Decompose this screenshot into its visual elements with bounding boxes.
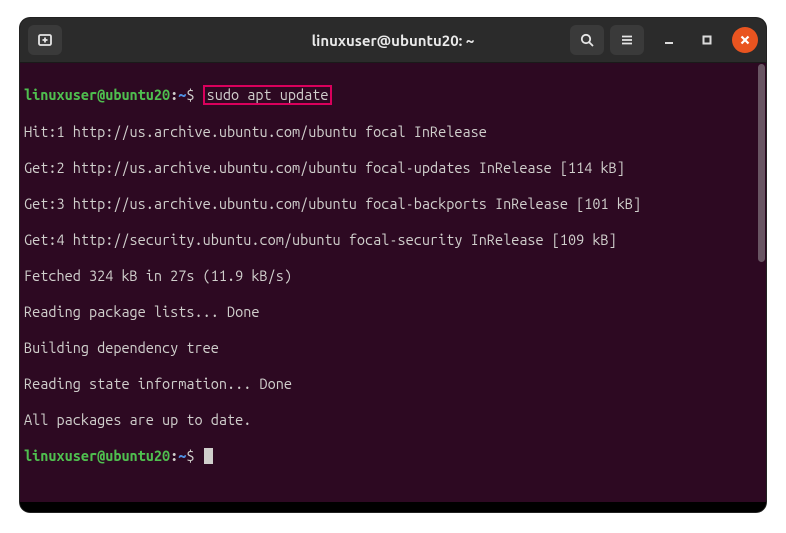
terminal-area[interactable]: linuxuser@ubuntu20:~$ sudo apt update Hi… (20, 63, 766, 502)
search-button[interactable] (570, 25, 604, 55)
command-text: sudo apt update (207, 86, 329, 103)
prompt-dollar: $ (186, 86, 194, 103)
terminal-window: linuxuser@ubuntu20: ~ (20, 18, 766, 512)
output-line: Get:4 http://security.ubuntu.com/ubuntu … (24, 231, 762, 249)
output-line: All packages are up to date. (24, 411, 762, 429)
search-icon (579, 32, 595, 48)
prompt-dollar: $ (186, 447, 194, 464)
close-button[interactable] (732, 27, 758, 53)
command-highlight: sudo apt update (203, 85, 333, 105)
hamburger-icon (619, 32, 635, 48)
scrollbar[interactable] (756, 62, 766, 262)
prompt-user-host: linuxuser@ubuntu20 (24, 447, 170, 464)
minimize-icon (663, 34, 675, 46)
output-line: Fetched 324 kB in 27s (11.9 kB/s) (24, 267, 762, 285)
maximize-icon (701, 34, 713, 46)
output-line: Hit:1 http://us.archive.ubuntu.com/ubunt… (24, 123, 762, 141)
maximize-button[interactable] (694, 27, 720, 53)
titlebar: linuxuser@ubuntu20: ~ (20, 18, 766, 63)
output-line: Reading package lists... Done (24, 303, 762, 321)
scrollbar-thumb[interactable] (758, 64, 765, 262)
output-line: Reading state information... Done (24, 375, 762, 393)
prompt-user-host: linuxuser@ubuntu20 (24, 86, 170, 103)
prompt-line-1: linuxuser@ubuntu20:~$ sudo apt update (24, 85, 762, 105)
prompt-line-2: linuxuser@ubuntu20:~$ (24, 447, 762, 465)
cursor (204, 448, 213, 464)
menu-button[interactable] (610, 25, 644, 55)
close-icon (739, 34, 751, 46)
window-title: linuxuser@ubuntu20: ~ (312, 32, 475, 49)
output-line: Building dependency tree (24, 339, 762, 357)
window-bottom-border (20, 502, 766, 512)
new-tab-icon (37, 32, 53, 48)
minimize-button[interactable] (656, 27, 682, 53)
new-tab-button[interactable] (28, 25, 62, 55)
output-line: Get:2 http://us.archive.ubuntu.com/ubunt… (24, 159, 762, 177)
output-line: Get:3 http://us.archive.ubuntu.com/ubunt… (24, 195, 762, 213)
